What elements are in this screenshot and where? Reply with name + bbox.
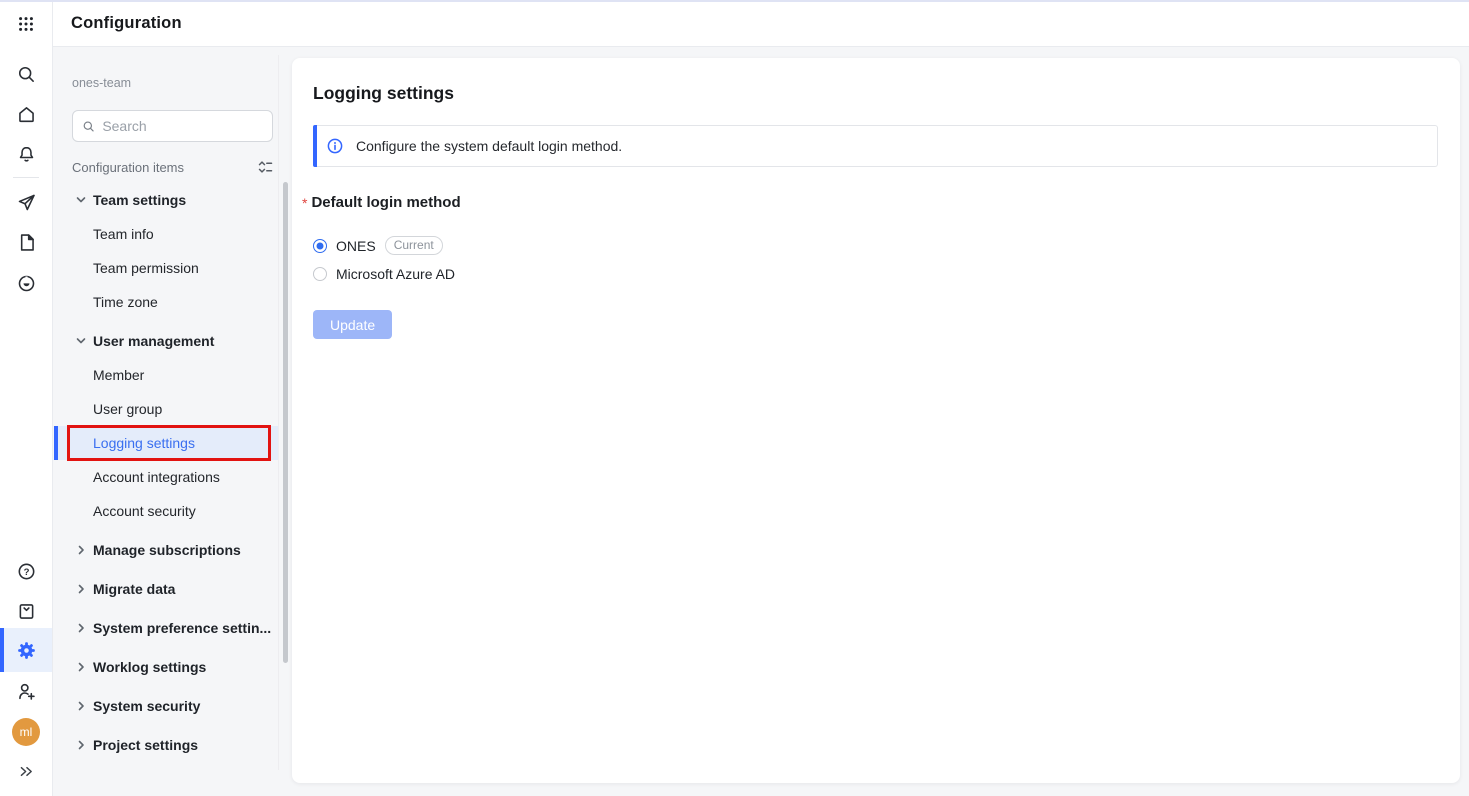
notifications-icon[interactable]	[0, 134, 52, 174]
icon-rail: ? ml	[0, 0, 53, 796]
releases-icon[interactable]	[0, 591, 52, 631]
top-header: Configuration	[53, 0, 1469, 47]
banner-text: Configure the system default login metho…	[356, 138, 623, 154]
sidebar-scrollbar[interactable]	[283, 182, 288, 663]
tree-item-team-permission[interactable]: Team permission	[54, 251, 278, 285]
chevron-right-icon	[75, 544, 87, 556]
help-icon[interactable]: ?	[0, 551, 52, 591]
tree-label: User management	[93, 333, 215, 349]
field-label-row: * Default login method	[302, 194, 461, 212]
tree-label: System preference settin...	[93, 620, 272, 636]
chevron-right-icon	[75, 739, 87, 751]
collapse-all-icon[interactable]	[257, 159, 273, 175]
app-grid-icon[interactable]	[0, 4, 52, 44]
tree-group-migrate-data[interactable]: Migrate data	[54, 572, 278, 606]
update-button[interactable]: Update	[313, 310, 393, 339]
info-icon	[327, 138, 343, 154]
svg-text:?: ?	[23, 566, 29, 577]
send-icon[interactable]	[0, 182, 52, 222]
search-icon	[83, 120, 94, 132]
tree-label: Time zone	[93, 294, 158, 310]
search-icon[interactable]	[0, 54, 52, 94]
search-input[interactable]	[102, 118, 263, 134]
chevron-down-icon	[75, 194, 87, 206]
tree-item-member[interactable]: Member	[54, 358, 278, 392]
radio-unselected-icon[interactable]	[313, 267, 327, 281]
tree-label: User group	[93, 401, 163, 417]
option-label: Microsoft Azure AD	[336, 266, 456, 282]
chevron-down-icon	[75, 335, 87, 347]
info-banner: Configure the system default login metho…	[313, 125, 1438, 167]
rail-divider	[13, 177, 39, 178]
home-icon[interactable]	[0, 94, 52, 134]
invite-member-icon[interactable]	[0, 671, 52, 711]
tree-label: Team permission	[93, 260, 199, 276]
logging-settings-panel: Logging settings Configure the system de…	[292, 58, 1460, 783]
field-label: Default login method	[311, 194, 461, 211]
tree-group-user-management[interactable]: User management	[54, 324, 278, 358]
tree-label: Project settings	[93, 737, 199, 753]
tree-group-system-security[interactable]: System security	[54, 689, 278, 723]
team-name: ones-team	[72, 76, 132, 90]
configuration-sidebar: ones-team Configuration items Team setti…	[53, 47, 292, 796]
window-top-accent	[0, 0, 1469, 2]
radio-option-azure-ad[interactable]: Microsoft Azure AD	[313, 266, 455, 282]
page-title: Configuration	[71, 13, 182, 32]
tree-label: Logging settings	[93, 435, 195, 451]
radio-selected-icon[interactable]	[313, 238, 327, 253]
current-badge: Current	[384, 236, 443, 255]
tree-item-user-group[interactable]: User group	[54, 392, 278, 426]
tree-label: Worklog settings	[93, 659, 207, 675]
settings-icon[interactable]	[0, 628, 52, 672]
sidebar-divider	[278, 55, 279, 770]
chevron-right-icon	[75, 700, 87, 712]
target-icon[interactable]	[0, 263, 52, 303]
tree-item-account-integrations[interactable]: Account integrations	[54, 460, 278, 494]
tree-item-logging-settings[interactable]: Logging settings	[54, 426, 278, 460]
tree-item-account-security[interactable]: Account security	[54, 494, 278, 528]
export-file-icon[interactable]	[0, 222, 52, 262]
avatar[interactable]: ml	[12, 718, 40, 746]
tree-item-team-info[interactable]: Team info	[54, 217, 278, 251]
tree-label: Team info	[93, 226, 154, 242]
tree-label: Account integrations	[93, 469, 220, 485]
section-title: Configuration items	[72, 159, 184, 175]
panel-title: Logging settings	[313, 83, 454, 103]
tree-label: Migrate data	[93, 581, 176, 597]
tree-label: Manage subscriptions	[93, 542, 241, 558]
radio-option-ones[interactable]: ONES Current	[313, 236, 443, 255]
expand-rail-icon[interactable]	[0, 751, 52, 791]
tree-label: Account security	[93, 503, 196, 519]
required-marker: *	[302, 195, 308, 211]
chevron-right-icon	[75, 622, 87, 634]
tree-group-project-settings[interactable]: Project settings	[54, 728, 278, 762]
option-label: ONES	[336, 237, 376, 254]
tree-group-team-settings[interactable]: Team settings	[54, 183, 278, 217]
chevron-right-icon	[75, 583, 87, 595]
tree-label: System security	[93, 698, 201, 714]
sidebar-search[interactable]	[72, 110, 273, 142]
tree-group-worklog-settings[interactable]: Worklog settings	[54, 650, 278, 684]
tree-item-time-zone[interactable]: Time zone	[54, 285, 278, 319]
tree-group-system-preference-settings[interactable]: System preference settin...	[54, 611, 278, 645]
tree-label: Member	[93, 367, 145, 383]
configuration-page: ? ml Configuration ones-team Search Conf…	[0, 0, 1469, 796]
tree-group-manage-subscriptions[interactable]: Manage subscriptions	[54, 533, 278, 567]
tree-label: Team settings	[93, 192, 187, 208]
configuration-tree: Team settings Team info Team permission …	[54, 183, 278, 762]
chevron-right-icon	[75, 661, 87, 673]
section-header: Configuration items	[72, 159, 273, 175]
